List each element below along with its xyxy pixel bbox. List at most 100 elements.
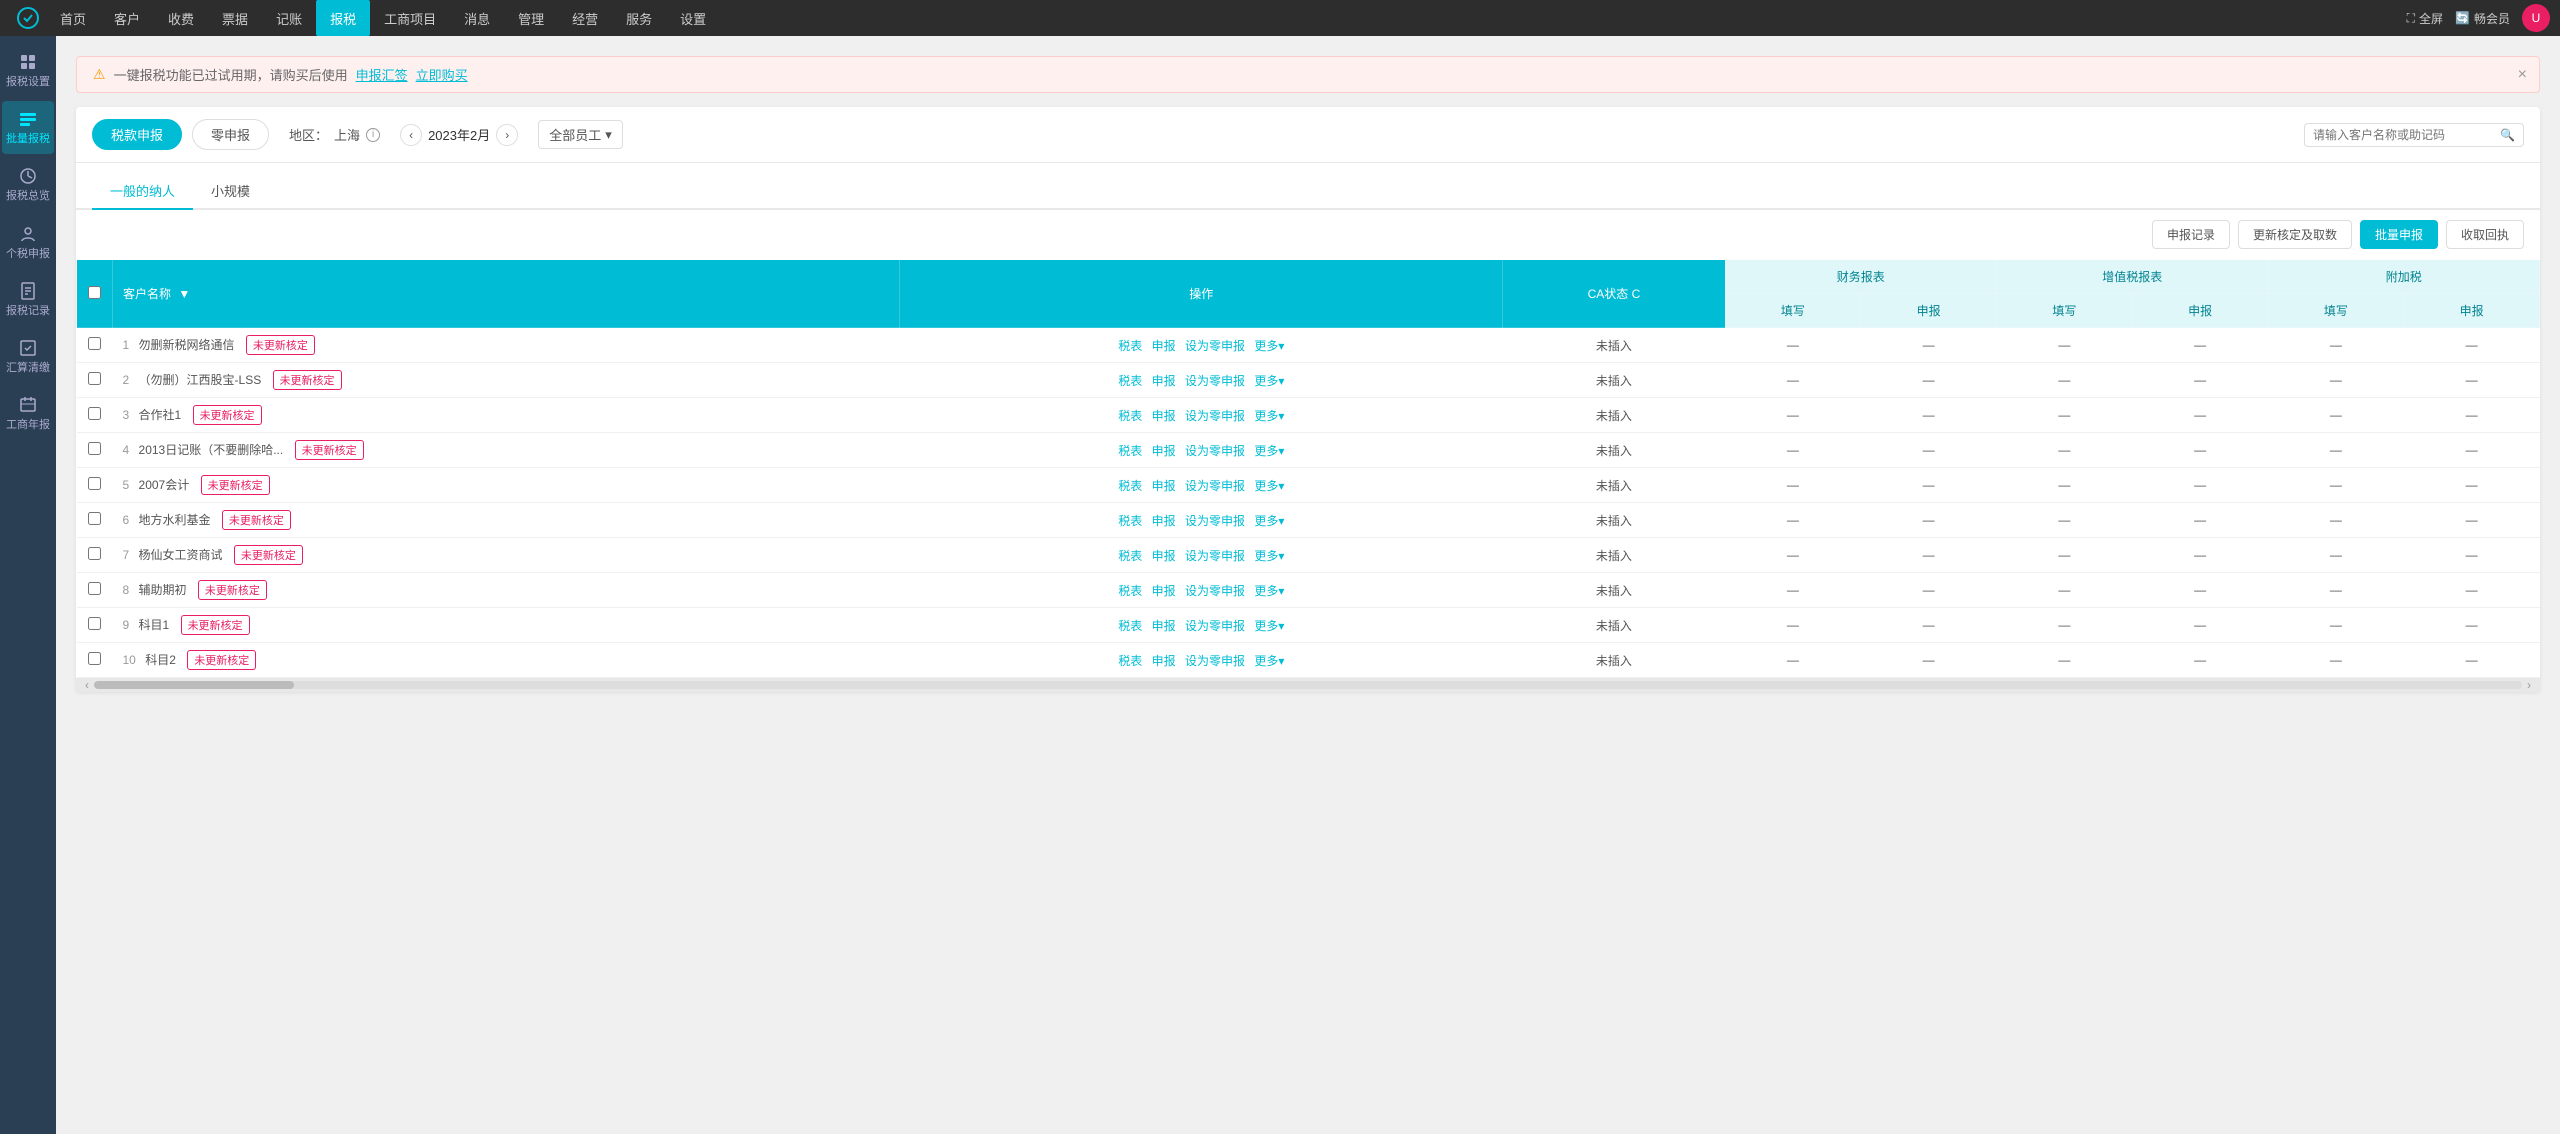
select-all-checkbox[interactable] <box>88 286 101 299</box>
cell-checkbox[interactable] <box>77 538 113 573</box>
op-zero-declare[interactable]: 设为零申报 <box>1185 409 1245 423</box>
nav-business[interactable]: 工商项目 <box>370 0 450 36</box>
cell-checkbox[interactable] <box>77 328 113 363</box>
nav-customer[interactable]: 客户 <box>100 0 154 36</box>
date-next-btn[interactable]: › <box>496 124 518 146</box>
row-checkbox[interactable] <box>88 477 101 490</box>
row-checkbox[interactable] <box>88 372 101 385</box>
op-zero-declare[interactable]: 设为零申报 <box>1185 479 1245 493</box>
nav-account[interactable]: 记账 <box>262 0 316 36</box>
fullscreen-btn[interactable]: ⛶ 全屏 <box>2407 10 2443 27</box>
op-tax-table[interactable]: 税表 <box>1118 584 1142 598</box>
banner-link-buy[interactable]: 立即购买 <box>416 65 468 84</box>
nav-fee[interactable]: 收费 <box>154 0 208 36</box>
op-more[interactable]: 更多▾ <box>1254 619 1284 633</box>
sidebar-item-personal-tax[interactable]: 个税申报 <box>2 216 54 269</box>
op-tax-table[interactable]: 税表 <box>1118 339 1142 353</box>
op-zero-declare[interactable]: 设为零申报 <box>1185 619 1245 633</box>
cell-checkbox[interactable] <box>77 573 113 608</box>
op-tax-table[interactable]: 税表 <box>1118 549 1142 563</box>
nav-home[interactable]: 首页 <box>46 0 100 36</box>
row-checkbox[interactable] <box>88 617 101 630</box>
sidebar-item-overview[interactable]: 报税总览 <box>2 158 54 211</box>
op-declare[interactable]: 申报 <box>1152 514 1176 528</box>
row-checkbox[interactable] <box>88 442 101 455</box>
op-more[interactable]: 更多▾ <box>1254 339 1284 353</box>
op-more[interactable]: 更多▾ <box>1254 514 1284 528</box>
cell-checkbox[interactable] <box>77 503 113 538</box>
op-tax-table[interactable]: 税表 <box>1118 619 1142 633</box>
op-zero-declare[interactable]: 设为零申报 <box>1185 339 1245 353</box>
sidebar-item-batch-tax[interactable]: 批量报税 <box>2 101 54 154</box>
row-checkbox[interactable] <box>88 547 101 560</box>
nav-invoice[interactable]: 票据 <box>208 0 262 36</box>
cell-checkbox[interactable] <box>77 398 113 433</box>
op-declare[interactable]: 申报 <box>1152 479 1176 493</box>
op-tax-table[interactable]: 税表 <box>1118 514 1142 528</box>
retrieve-btn[interactable]: 收取回执 <box>2446 220 2524 249</box>
op-more[interactable]: 更多▾ <box>1254 374 1284 388</box>
op-more[interactable]: 更多▾ <box>1254 549 1284 563</box>
op-zero-declare[interactable]: 设为零申报 <box>1185 514 1245 528</box>
batch-report-btn[interactable]: 批量申报 <box>2360 220 2438 249</box>
op-zero-declare[interactable]: 设为零申报 <box>1185 444 1245 458</box>
nav-tax[interactable]: 报税 <box>316 0 370 36</box>
nav-message[interactable]: 消息 <box>450 0 504 36</box>
cell-checkbox[interactable] <box>77 608 113 643</box>
sort-icon[interactable]: ▼ <box>178 287 190 301</box>
op-zero-declare[interactable]: 设为零申报 <box>1185 584 1245 598</box>
op-tax-table[interactable]: 税表 <box>1118 479 1142 493</box>
op-declare[interactable]: 申报 <box>1152 409 1176 423</box>
sub-tab-small[interactable]: 小规模 <box>193 173 268 210</box>
row-checkbox[interactable] <box>88 582 101 595</box>
banner-link-report[interactable]: 申报汇签 <box>356 65 408 84</box>
op-declare[interactable]: 申报 <box>1152 584 1176 598</box>
date-prev-btn[interactable]: ‹ <box>400 124 422 146</box>
sub-tab-general[interactable]: 一般的纳人 <box>92 173 193 210</box>
employee-selector[interactable]: 全部员工 ▾ <box>538 120 623 149</box>
op-zero-declare[interactable]: 设为零申报 <box>1185 654 1245 668</box>
op-tax-table[interactable]: 税表 <box>1118 654 1142 668</box>
banner-close-btn[interactable]: × <box>2518 66 2527 84</box>
user-avatar[interactable]: U <box>2522 4 2550 32</box>
search-icon[interactable]: 🔍 <box>2500 128 2515 142</box>
row-checkbox[interactable] <box>88 407 101 420</box>
cell-checkbox[interactable] <box>77 468 113 503</box>
nav-manage[interactable]: 管理 <box>504 0 558 36</box>
sidebar-item-tax-settings[interactable]: 报税设置 <box>2 44 54 97</box>
op-declare[interactable]: 申报 <box>1152 374 1176 388</box>
search-input[interactable] <box>2313 128 2500 142</box>
nav-settings[interactable]: 设置 <box>666 0 720 36</box>
op-declare[interactable]: 申报 <box>1152 549 1176 563</box>
row-checkbox[interactable] <box>88 337 101 350</box>
nav-operation[interactable]: 经营 <box>558 0 612 36</box>
op-more[interactable]: 更多▾ <box>1254 584 1284 598</box>
op-declare[interactable]: 申报 <box>1152 339 1176 353</box>
op-declare[interactable]: 申报 <box>1152 654 1176 668</box>
nav-service[interactable]: 服务 <box>612 0 666 36</box>
sidebar-item-annual[interactable]: 工商年报 <box>2 387 54 440</box>
op-declare[interactable]: 申报 <box>1152 619 1176 633</box>
sidebar-item-tax-record[interactable]: 报税记录 <box>2 273 54 326</box>
op-zero-declare[interactable]: 设为零申报 <box>1185 374 1245 388</box>
scrollbar-right-btn[interactable]: › <box>2522 678 2536 692</box>
member-btn[interactable]: 🔄 畅会员 <box>2455 10 2510 27</box>
cell-checkbox[interactable] <box>77 363 113 398</box>
op-tax-table[interactable]: 税表 <box>1118 444 1142 458</box>
op-more[interactable]: 更多▾ <box>1254 654 1284 668</box>
op-more[interactable]: 更多▾ <box>1254 444 1284 458</box>
report-record-btn[interactable]: 申报记录 <box>2152 220 2230 249</box>
sidebar-item-settlement[interactable]: 汇算清缴 <box>2 330 54 383</box>
row-checkbox[interactable] <box>88 512 101 525</box>
scrollbar-left-btn[interactable]: ‹ <box>80 678 94 692</box>
op-tax-table[interactable]: 税表 <box>1118 409 1142 423</box>
region-info-icon[interactable]: i <box>366 128 380 142</box>
cell-checkbox[interactable] <box>77 643 113 678</box>
op-more[interactable]: 更多▾ <box>1254 409 1284 423</box>
scrollbar-track[interactable] <box>94 681 2522 689</box>
update-setting-btn[interactable]: 更新核定及取数 <box>2238 220 2352 249</box>
logo[interactable] <box>10 0 46 36</box>
op-more[interactable]: 更多▾ <box>1254 479 1284 493</box>
op-tax-table[interactable]: 税表 <box>1118 374 1142 388</box>
op-zero-declare[interactable]: 设为零申报 <box>1185 549 1245 563</box>
